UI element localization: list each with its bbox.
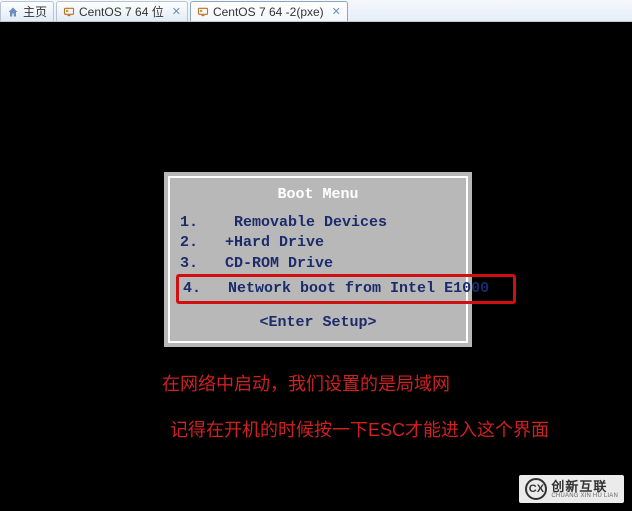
boot-menu-title: Boot Menu	[180, 186, 456, 203]
boot-menu-panel: Boot Menu 1. Removable Devices 2. +Hard …	[168, 176, 468, 343]
enter-setup[interactable]: <Enter Setup>	[180, 314, 456, 331]
watermark-pinyin: CHUANG XIN HU LIAN	[551, 493, 618, 499]
tab-label: CentOS 7 64 -2(pxe)	[213, 5, 324, 19]
tab-vm-1[interactable]: CentOS 7 64 位 ✕	[56, 1, 188, 21]
home-icon	[7, 6, 19, 18]
annotation-line-2: 记得在开机的时候按一下ESC才能进入这个界面	[170, 416, 549, 442]
watermark: CX 创新互联 CHUANG XIN HU LIAN	[519, 475, 624, 503]
close-icon[interactable]: ✕	[168, 5, 181, 18]
watermark-text: 创新互联 CHUANG XIN HU LIAN	[551, 480, 618, 499]
tab-label: 主页	[23, 3, 47, 20]
tab-home[interactable]: 主页	[0, 1, 54, 21]
monitor-icon	[197, 6, 209, 18]
boot-item-removable[interactable]: 1. Removable Devices	[180, 213, 456, 233]
boot-item-cdrom[interactable]: 3. CD-ROM Drive	[180, 254, 456, 274]
close-icon[interactable]: ✕	[328, 5, 341, 18]
watermark-cn: 创新互联	[551, 480, 618, 493]
monitor-icon	[63, 6, 75, 18]
watermark-logo-icon: CX	[525, 478, 547, 500]
tab-bar: 主页 CentOS 7 64 位 ✕ CentOS 7 64 -2(pxe) ✕	[0, 0, 632, 22]
boot-item-network[interactable]: 4. Network boot from Intel E1000	[176, 274, 516, 304]
boot-item-hdd[interactable]: 2. +Hard Drive	[180, 233, 456, 253]
vm-console[interactable]: Boot Menu 1. Removable Devices 2. +Hard …	[0, 22, 632, 511]
boot-menu: Boot Menu 1. Removable Devices 2. +Hard …	[164, 172, 472, 347]
tab-vm-2[interactable]: CentOS 7 64 -2(pxe) ✕	[190, 1, 348, 21]
annotation-line-1: 在网络中启动，我们设置的是局域网	[162, 370, 450, 396]
tab-label: CentOS 7 64 位	[79, 3, 164, 20]
